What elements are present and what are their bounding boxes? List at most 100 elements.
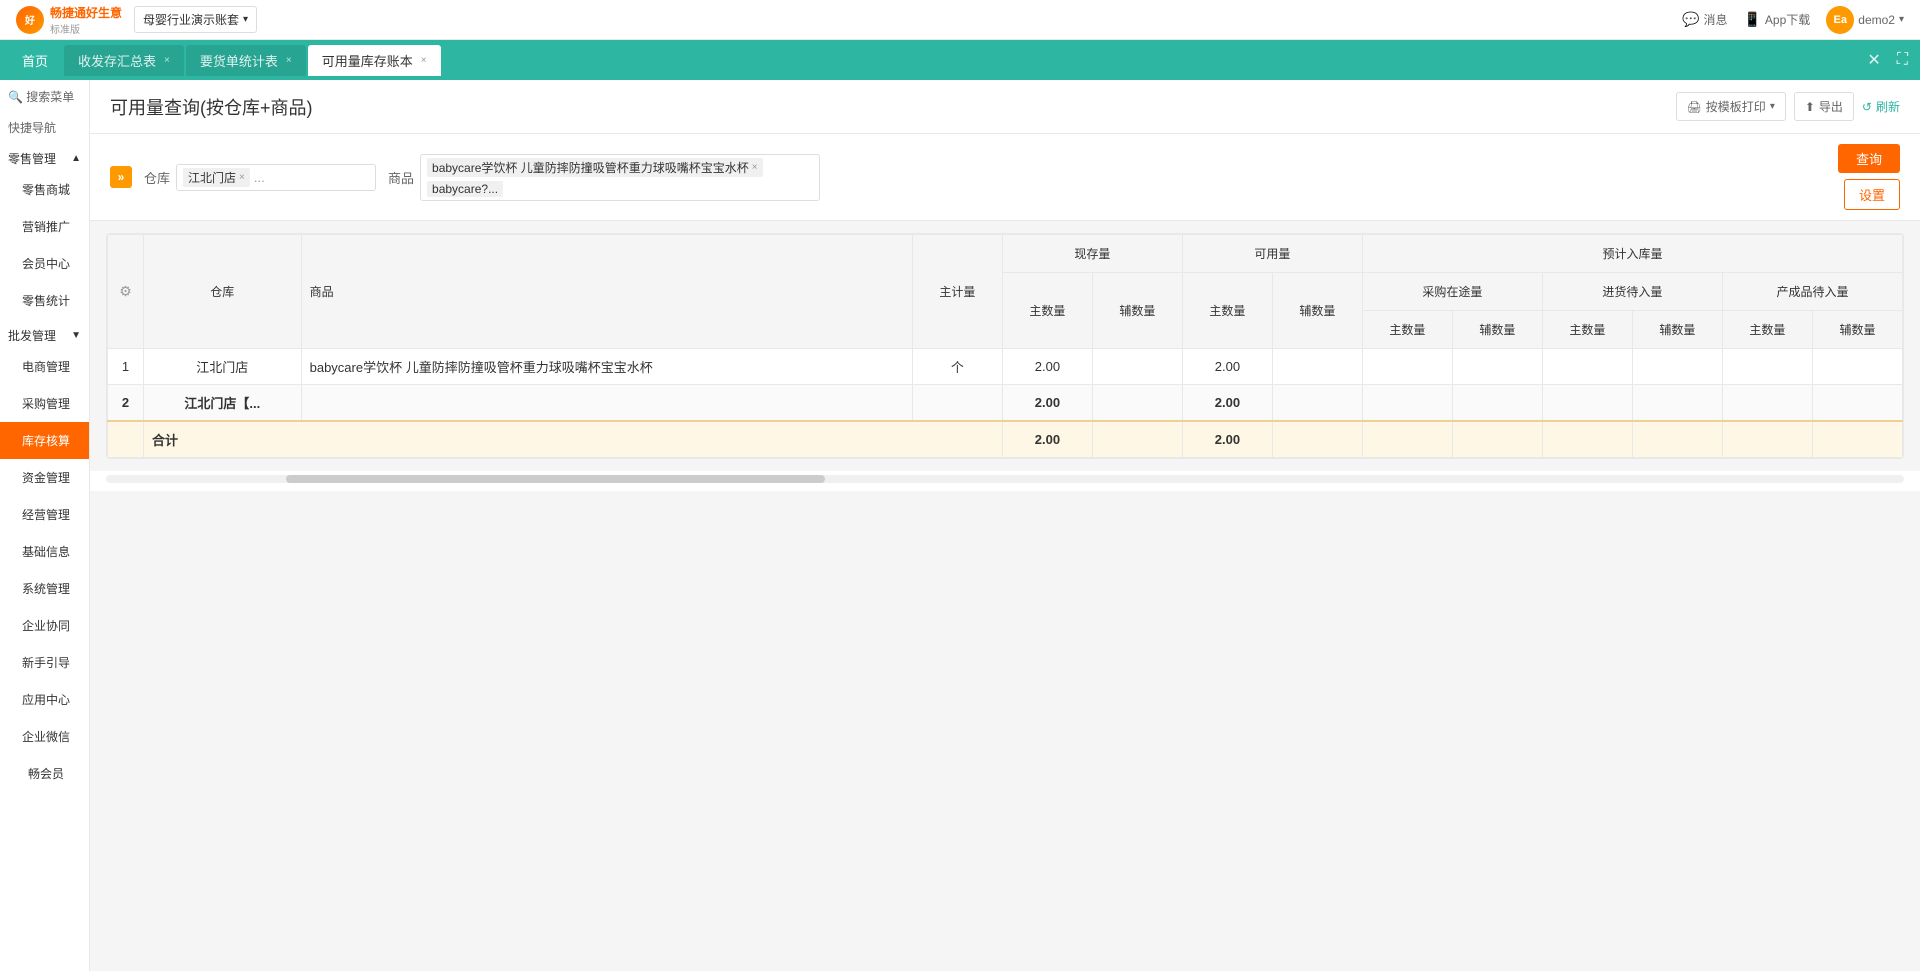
warehouse-filter-tags[interactable]: 江北门店 × ... — [176, 164, 376, 191]
sidebar-header-wholesale[interactable]: 批发管理 ▼ — [0, 319, 89, 348]
expand-filter-btn[interactable]: » — [110, 166, 132, 188]
close-income-expense-icon[interactable]: × — [164, 55, 170, 66]
inventory-table: ⚙ 仓库 商品 主计量 现存量 可用量 预计入库量 主数量 辅数量 主数量 辅数… — [107, 234, 1903, 458]
group-product-pending-aux — [1812, 385, 1902, 422]
warehouse-more[interactable]: ... — [254, 170, 265, 185]
sidebar-item-system[interactable]: 系统管理 — [0, 570, 89, 607]
close-order-stats-icon[interactable]: × — [286, 55, 292, 66]
filter-area: » 仓库 江北门店 × ... 商品 babycare学饮杯 儿童防摔防撞吸管杯… — [90, 134, 1920, 221]
th-unit: 主计量 — [912, 235, 1002, 349]
sidebar-retail-label: 零售管理 — [8, 150, 56, 167]
close-available-stock-icon[interactable]: × — [421, 55, 427, 66]
sidebar-member-label: 会员中心 — [22, 257, 70, 271]
product-filter-group: 商品 babycare学饮杯 儿童防摔防撞吸管杯重力球吸嘴杯宝宝水杯 × bab… — [388, 154, 820, 201]
tab-order-stats[interactable]: 要货单统计表 × — [186, 45, 306, 76]
th-inbound-pending: 进货待入量 — [1542, 273, 1722, 311]
query-button[interactable]: 查询 — [1838, 144, 1900, 173]
row-inbound-pending-main-1 — [1542, 349, 1632, 385]
th-warehouse: 仓库 — [144, 235, 302, 349]
chevron-down-icon: ▾ — [1899, 14, 1904, 25]
th-inbound-pending-aux: 辅数量 — [1632, 311, 1722, 349]
tab-available-stock-label: 可用量库存账本 — [322, 51, 413, 70]
settings-button[interactable]: 设置 — [1844, 179, 1900, 210]
sidebar-item-enterprise-collab[interactable]: 企业协同 — [0, 607, 89, 644]
remove-product-tag-1-icon[interactable]: × — [752, 162, 758, 173]
row-product-pending-main-1 — [1722, 349, 1812, 385]
sidebar-item-member-vip[interactable]: 畅会员 — [0, 755, 89, 792]
close-all-tabs-icon[interactable]: ✕ — [1863, 46, 1884, 74]
th-available-main: 主数量 — [1182, 273, 1272, 349]
print-icon: 🖨 — [1687, 100, 1702, 114]
sidebar-item-retail-stats[interactable]: 零售统计 — [0, 282, 89, 319]
summary-available-main: 2.00 — [1182, 421, 1272, 458]
scrollbar-thumb[interactable] — [286, 475, 825, 483]
sidebar-item-ecommerce[interactable]: 电商管理 — [0, 348, 89, 385]
app-download-btn[interactable]: 📱 App下载 — [1743, 11, 1810, 28]
th-purchase-transit-aux: 辅数量 — [1452, 311, 1542, 349]
group-inbound-pending-aux — [1632, 385, 1722, 422]
sidebar-item-ops[interactable]: 经营管理 — [0, 496, 89, 533]
row-inbound-pending-aux-1 — [1632, 349, 1722, 385]
sidebar-quick-nav[interactable]: 快捷导航 — [0, 113, 89, 142]
warehouse-filter-group: 仓库 江北门店 × ... — [144, 164, 376, 191]
logo-icon: 好 — [16, 6, 44, 34]
group-index: 2 — [108, 385, 144, 422]
summary-product-pending-main — [1722, 421, 1812, 458]
warehouse-filter-label: 仓库 — [144, 168, 170, 187]
sidebar-item-new-guide[interactable]: 新手引导 — [0, 644, 89, 681]
product-filter-label: 商品 — [388, 168, 414, 187]
expand-tabs-icon[interactable]: ⛶ — [1893, 47, 1912, 73]
sidebar-item-retail-mall[interactable]: 零售商城 — [0, 171, 89, 208]
row-index-1: 1 — [108, 349, 144, 385]
page-title: 可用量查询(按仓库+商品) — [110, 94, 313, 120]
sidebar-item-enterprise-wechat[interactable]: 企业微信 — [0, 718, 89, 755]
summary-current-main: 2.00 — [1002, 421, 1092, 458]
group-available-aux — [1272, 385, 1362, 422]
export-btn[interactable]: ⬆ 导出 — [1794, 92, 1854, 121]
summary-inbound-pending-aux — [1632, 421, 1722, 458]
tab-income-expense[interactable]: 收发存汇总表 × — [64, 45, 184, 76]
group-product — [301, 385, 912, 422]
sidebar-item-member[interactable]: 会员中心 — [0, 245, 89, 282]
sidebar-item-basic-info[interactable]: 基础信息 — [0, 533, 89, 570]
sidebar-system-label: 系统管理 — [22, 582, 70, 596]
sidebar-enterprise-wechat-label: 企业微信 — [22, 730, 70, 744]
th-product-pending-main: 主数量 — [1722, 311, 1812, 349]
row-purchase-transit-aux-1 — [1452, 349, 1542, 385]
sidebar-item-inventory[interactable]: 库存核算 — [0, 422, 89, 459]
logo: 好 畅捷通好生意 标准版 — [16, 4, 122, 36]
username-label: demo2 — [1858, 13, 1895, 27]
user-menu[interactable]: Ea demo2 ▾ — [1826, 6, 1904, 34]
th-forecast-inbound: 预计入库量 — [1362, 235, 1902, 273]
industry-selector[interactable]: 母婴行业演示账套 ▾ — [134, 6, 257, 33]
sidebar-app-center-label: 应用中心 — [22, 693, 70, 707]
summary-purchase-transit-aux — [1452, 421, 1542, 458]
export-icon: ⬆ — [1805, 100, 1815, 114]
sidebar-item-marketing[interactable]: 营销推广 — [0, 208, 89, 245]
sidebar-marketing-label: 营销推广 — [22, 220, 70, 234]
th-purchase-transit: 采购在途量 — [1362, 273, 1542, 311]
row-unit-1: 个 — [912, 349, 1002, 385]
group-unit — [912, 385, 1002, 422]
message-btn[interactable]: 💬 消息 — [1682, 11, 1727, 28]
sidebar-item-purchase[interactable]: 采购管理 — [0, 385, 89, 422]
table-scrollbar-area — [90, 471, 1920, 491]
summary-label: 合计 — [144, 421, 1003, 458]
tab-available-stock[interactable]: 可用量库存账本 × — [308, 45, 441, 76]
group-current-main: 2.00 — [1002, 385, 1092, 422]
tab-home[interactable]: 首页 — [8, 45, 62, 76]
sidebar-search[interactable]: 🔍 搜索菜单 — [0, 80, 89, 113]
refresh-btn[interactable]: ↺ 刷新 — [1862, 98, 1900, 115]
horizontal-scrollbar[interactable] — [106, 475, 1904, 483]
refresh-label: 刷新 — [1876, 98, 1900, 115]
print-template-btn[interactable]: 🖨 按模板打印 ▾ — [1676, 92, 1786, 121]
th-product-pending-aux: 辅数量 — [1812, 311, 1902, 349]
sidebar-header-retail[interactable]: 零售管理 ▲ — [0, 142, 89, 171]
nav-actions: ✕ ⛶ — [1863, 46, 1912, 74]
product-filter-tags[interactable]: babycare学饮杯 儿童防摔防撞吸管杯重力球吸嘴杯宝宝水杯 × babyca… — [420, 154, 820, 201]
sidebar-item-finance[interactable]: 资金管理 — [0, 459, 89, 496]
gear-icon[interactable]: ⚙ — [119, 283, 132, 299]
sidebar-item-app-center[interactable]: 应用中心 — [0, 681, 89, 718]
row-purchase-transit-main-1 — [1362, 349, 1452, 385]
remove-warehouse-tag-icon[interactable]: × — [239, 172, 245, 183]
